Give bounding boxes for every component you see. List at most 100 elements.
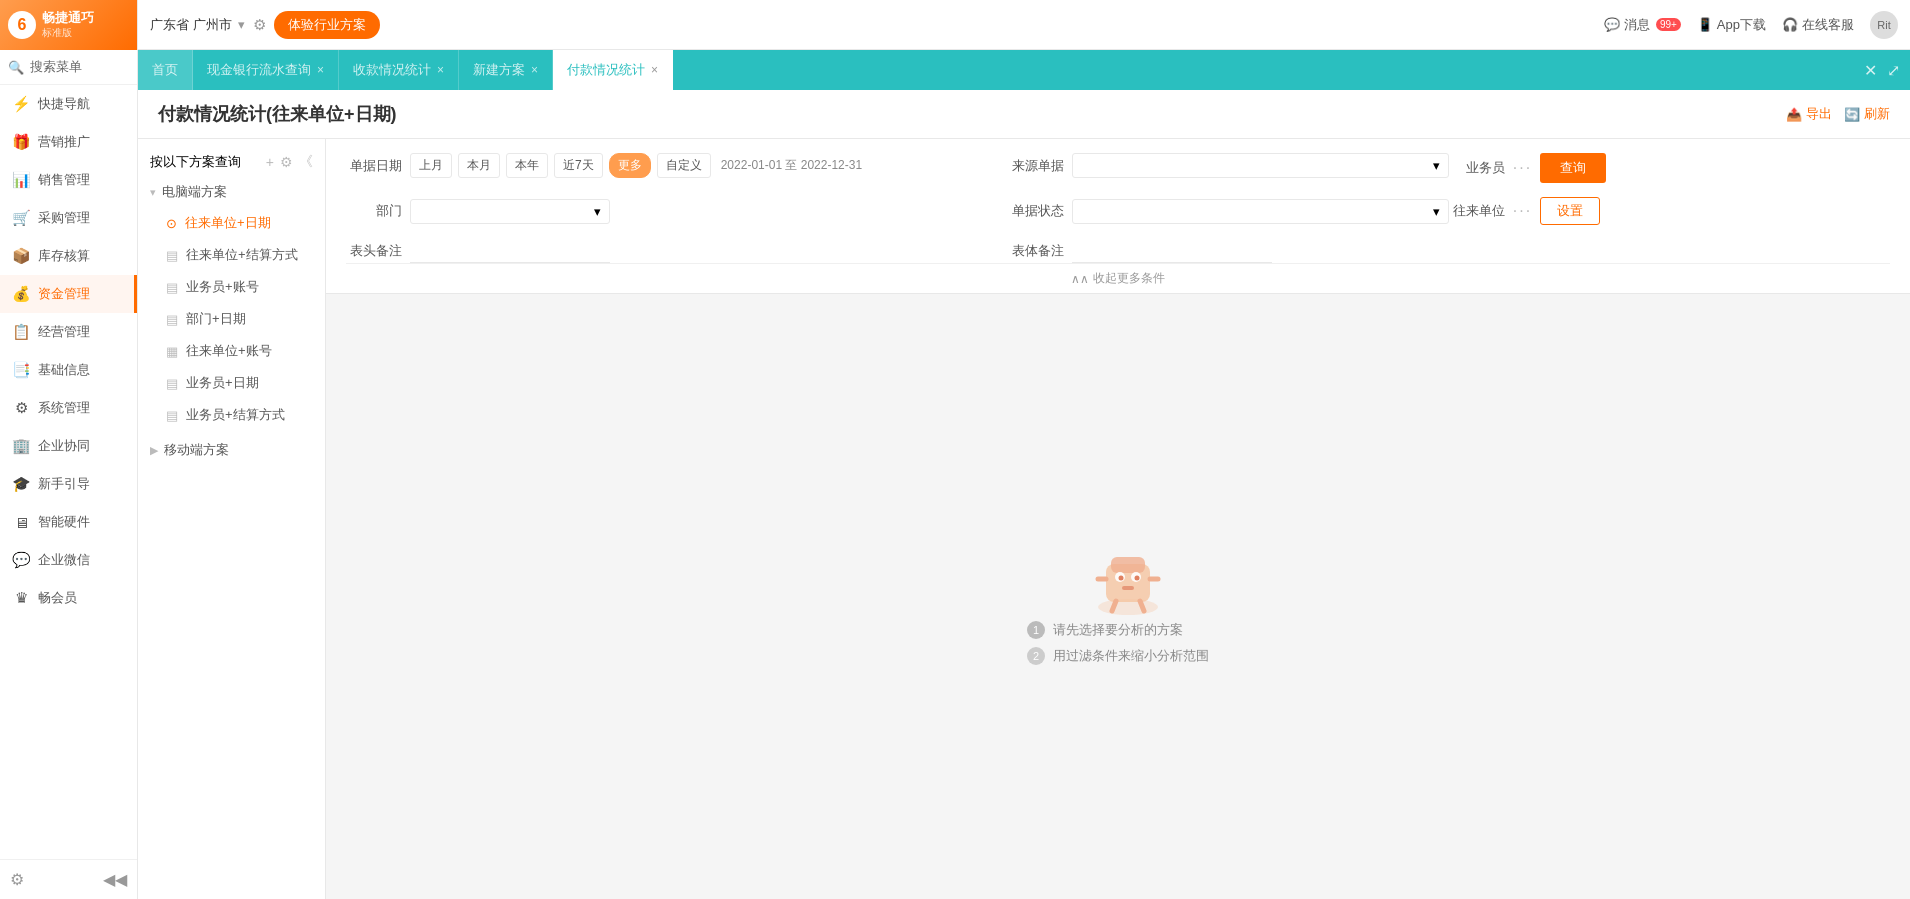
sidebar-item-purchase[interactable]: 🛒 采购管理 (0, 199, 137, 237)
basic-icon: 📑 (12, 361, 30, 379)
scheme-group-pc-header[interactable]: ▾ 电脑端方案 (138, 177, 325, 207)
tab-payment-stats-close-icon[interactable]: × (651, 63, 658, 77)
scheme-collapse-icon[interactable]: 《 (299, 153, 313, 171)
guide-icon: 🎓 (12, 475, 30, 493)
refresh-button[interactable]: 🔄 刷新 (1844, 105, 1890, 123)
sidebar-item-system[interactable]: ⚙ 系统管理 (0, 389, 137, 427)
date-options: 上月 本月 本年 近7天 更多 自定义 2022-01-01 至 2022-12… (410, 153, 862, 178)
empty-illustration (1078, 529, 1158, 609)
tab-new-scheme-close-icon[interactable]: × (531, 63, 538, 77)
tip-num-2: 2 (1027, 647, 1045, 665)
date-btn-this-month[interactable]: 本月 (458, 153, 500, 178)
right-panel: 单据日期 上月 本月 本年 近7天 更多 自定义 2022-01-01 至 20… (326, 139, 1910, 899)
inventory-icon: 📦 (12, 247, 30, 265)
export-button[interactable]: 📤 导出 (1786, 105, 1832, 123)
query-button[interactable]: 查询 (1540, 153, 1606, 183)
sidebar-item-label: 资金管理 (38, 285, 90, 303)
topbar-gear-icon[interactable]: ⚙ (253, 16, 266, 34)
trial-button[interactable]: 体验行业方案 (274, 11, 380, 39)
user-avatar[interactable]: Rit (1870, 11, 1898, 39)
date-btn-custom[interactable]: 自定义 (657, 153, 711, 178)
staff-filter-dots[interactable]: ··· (1513, 159, 1532, 177)
scheme-item-staff-account[interactable]: ▤ 业务员+账号 (138, 271, 325, 303)
scheme-group-mobile-header[interactable]: ▶ 移动端方案 (138, 435, 325, 465)
app-download-label: App下载 (1717, 16, 1766, 34)
message-label: 消息 (1624, 16, 1650, 34)
sidebar-item-guide[interactable]: 🎓 新手引导 (0, 465, 137, 503)
tab-expand-icon[interactable]: ⤢ (1887, 61, 1900, 80)
scheme-group-mobile: ▶ 移动端方案 (138, 435, 325, 465)
scheme-item-partner-date[interactable]: ⊙ 往来单位+日期 (138, 207, 325, 239)
refresh-label: 刷新 (1864, 105, 1890, 123)
footer-settings-icon[interactable]: ⚙ (10, 870, 24, 889)
scheme-settings-icon[interactable]: ⚙ (280, 154, 293, 170)
date-range-text: 2022-01-01 至 2022-12-31 (721, 157, 862, 174)
settings-button[interactable]: 设置 (1540, 197, 1600, 225)
dept-select[interactable]: ▾ (410, 199, 610, 224)
chevron-down-icon[interactable]: ▾ (238, 17, 245, 32)
header-note-input[interactable] (410, 239, 610, 263)
tab-new-scheme[interactable]: 新建方案 × (459, 50, 553, 90)
scheme-panel: 按以下方案查询 + ⚙ 《 ▾ 电脑端方案 ⊙ 往来单位+日期 (138, 139, 326, 899)
docstatus-select[interactable]: ▾ (1072, 199, 1449, 224)
filter-panel: 单据日期 上月 本月 本年 近7天 更多 自定义 2022-01-01 至 20… (326, 139, 1910, 294)
collapse-up-icon: ∧∧ (1071, 272, 1089, 286)
source-select[interactable]: ▾ (1072, 153, 1449, 178)
sidebar-item-operations[interactable]: 📋 经营管理 (0, 313, 137, 351)
service-label: 在线客服 (1802, 16, 1854, 34)
tab-payment-stats[interactable]: 付款情况统计 × (553, 50, 673, 90)
filter-source-col: 来源单据 ▾ (1008, 153, 1449, 178)
tab-bank[interactable]: 现金银行流水查询 × (193, 50, 339, 90)
sidebar-item-basic[interactable]: 📑 基础信息 (0, 351, 137, 389)
tab-close-all-icon[interactable]: ✕ (1864, 61, 1877, 80)
partner-filter-dots[interactable]: ··· (1513, 202, 1532, 220)
scheme-item-staff-settlement[interactable]: ▤ 业务员+结算方式 (138, 399, 325, 431)
scheme-item-dept-date[interactable]: ▤ 部门+日期 (138, 303, 325, 335)
app-download-btn[interactable]: 📱 App下载 (1697, 16, 1766, 34)
body-note-input[interactable] (1072, 239, 1272, 263)
sidebar-item-finance[interactable]: 💰 资金管理 (0, 275, 137, 313)
sidebar-item-quick-nav[interactable]: ⚡ 快捷导航 (0, 85, 137, 123)
scheme-item-label: 往来单位+结算方式 (186, 246, 298, 264)
sidebar-item-label: 新手引导 (38, 475, 90, 493)
operations-icon: 📋 (12, 323, 30, 341)
scheme-item-partner-settlement[interactable]: ▤ 往来单位+结算方式 (138, 239, 325, 271)
scheme-item-icon: ▤ (166, 280, 178, 295)
scheme-item-label: 往来单位+账号 (186, 342, 272, 360)
sidebar-item-label: 营销推广 (38, 133, 90, 151)
date-btn-more[interactable]: 更多 (609, 153, 651, 178)
filter-row-1: 单据日期 上月 本月 本年 近7天 更多 自定义 2022-01-01 至 20… (346, 153, 1890, 183)
vip-icon: ♛ (12, 589, 30, 607)
date-btn-7days[interactable]: 近7天 (554, 153, 603, 178)
tab-home[interactable]: 首页 (138, 50, 193, 90)
tab-new-scheme-label: 新建方案 (473, 61, 525, 79)
sidebar-item-marketing[interactable]: 🎁 营销推广 (0, 123, 137, 161)
customer-service-btn[interactable]: 🎧 在线客服 (1782, 16, 1854, 34)
scheme-add-icon[interactable]: + (266, 154, 274, 170)
tab-collection[interactable]: 收款情况统计 × (339, 50, 459, 90)
scheme-item-staff-date[interactable]: ▤ 业务员+日期 (138, 367, 325, 399)
sidebar-item-wechat[interactable]: 💬 企业微信 (0, 541, 137, 579)
sidebar-item-hardware[interactable]: 🖥 智能硬件 (0, 503, 137, 541)
sidebar-item-inventory[interactable]: 📦 库存核算 (0, 237, 137, 275)
svg-point-6 (1135, 575, 1140, 580)
filter-body-note-col: 表体备注 (1008, 239, 1890, 263)
scheme-item-partner-account[interactable]: ▦ 往来单位+账号 (138, 335, 325, 367)
date-btn-this-year[interactable]: 本年 (506, 153, 548, 178)
tab-bank-close-icon[interactable]: × (317, 63, 324, 77)
collapse-bar[interactable]: ∧∧ 收起更多条件 (346, 263, 1890, 293)
message-btn[interactable]: 💬 消息 99+ (1604, 16, 1681, 34)
sidebar-item-sales[interactable]: 📊 销售管理 (0, 161, 137, 199)
footer-collapse-icon[interactable]: ◀◀ (103, 870, 127, 889)
svg-rect-2 (1111, 557, 1145, 573)
sidebar-search[interactable]: 🔍 搜索菜单 (0, 50, 137, 85)
filter-row-3: 表头备注 表体备注 (346, 239, 1890, 263)
scheme-group-mobile-label: 移动端方案 (164, 441, 229, 459)
main-area: 广东省 广州市 ▾ ⚙ 体验行业方案 💬 消息 99+ 📱 App下载 🎧 在线… (138, 0, 1910, 899)
sidebar-item-enterprise[interactable]: 🏢 企业协同 (0, 427, 137, 465)
sidebar-item-vip[interactable]: ♛ 畅会员 (0, 579, 137, 617)
scheme-item-icon: ▤ (166, 312, 178, 327)
scheme-item-label: 部门+日期 (186, 310, 246, 328)
date-btn-last-month[interactable]: 上月 (410, 153, 452, 178)
tab-collection-close-icon[interactable]: × (437, 63, 444, 77)
